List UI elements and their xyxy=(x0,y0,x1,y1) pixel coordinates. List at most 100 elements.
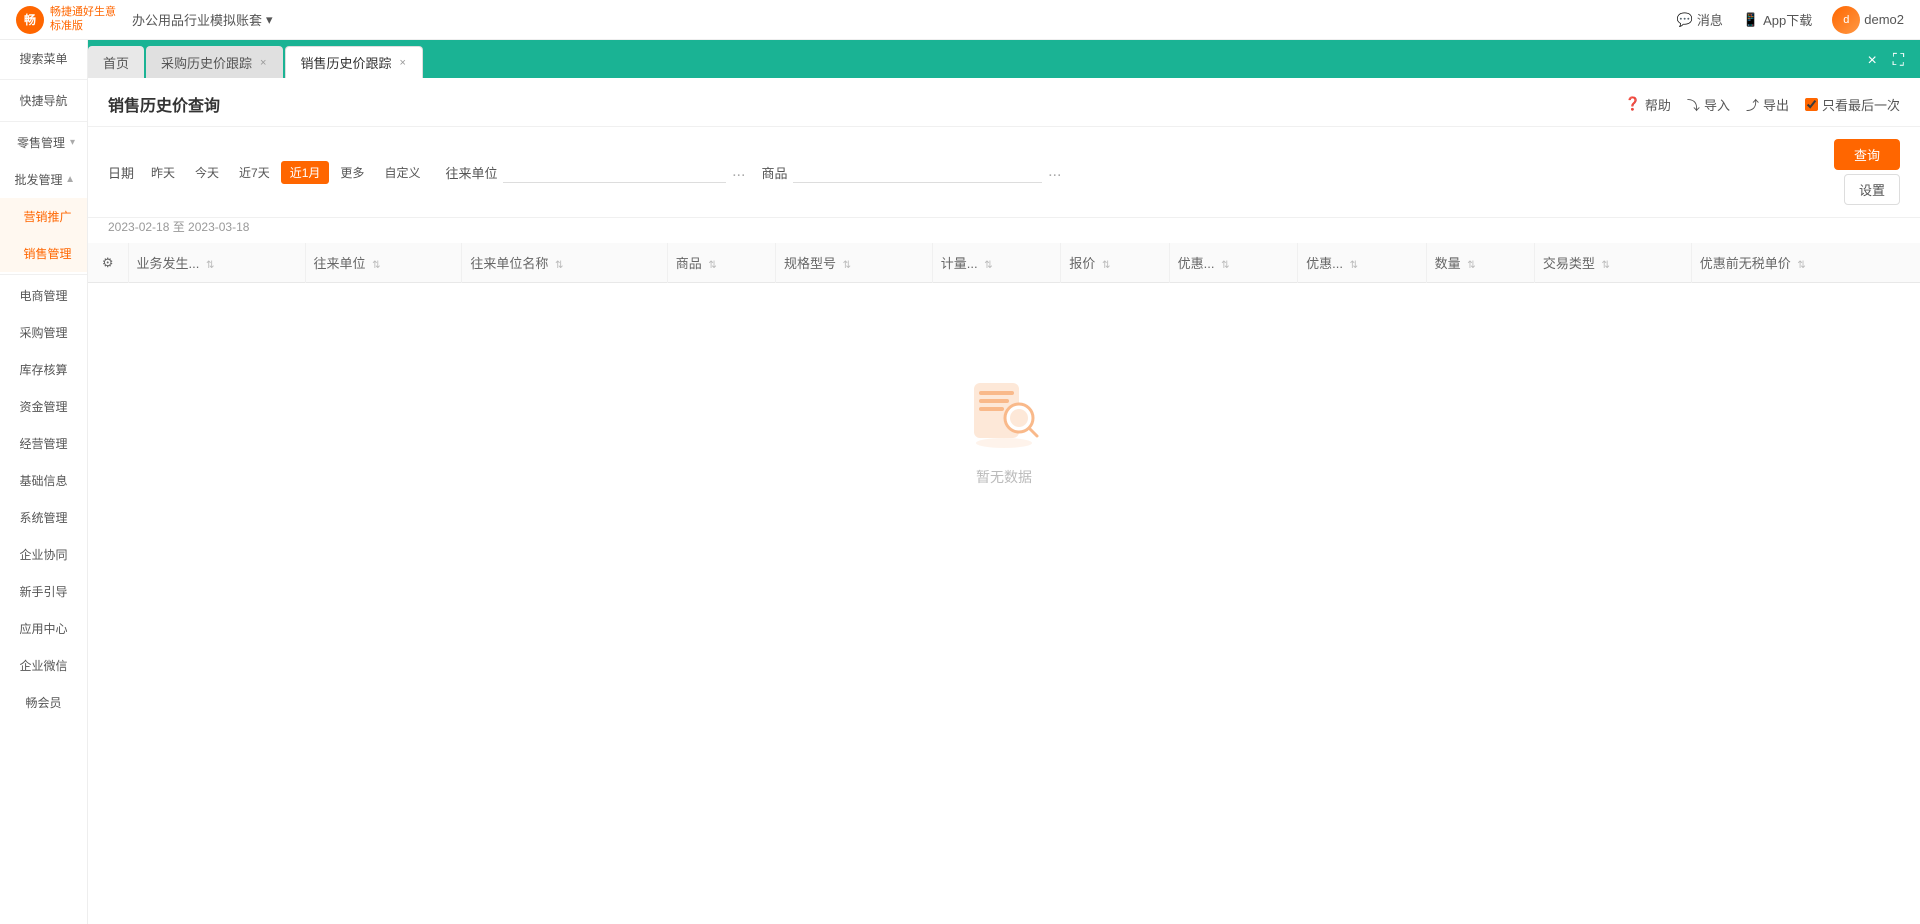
sort-icon: ⇅ xyxy=(1221,260,1229,271)
sidebar-item-sales-mgmt-label: 销售管理 xyxy=(20,245,75,262)
sidebar-item-guide-label: 新手引导 xyxy=(12,583,75,600)
logo-area: 畅 畅捷通好生意 标准版 xyxy=(16,6,116,34)
sort-icon: ⇅ xyxy=(1602,260,1610,271)
logo-icon: 畅 xyxy=(16,6,44,34)
sidebar-item-operations[interactable]: 经营管理 xyxy=(0,425,87,462)
partner-dots[interactable]: ... xyxy=(732,163,745,181)
goods-input[interactable] xyxy=(793,161,1042,183)
sidebar-item-enterprise-label: 企业协同 xyxy=(12,546,75,563)
filter-bar: 日期 昨天 今天 近7天 近1月 更多 自定义 往来单位 ... xyxy=(88,127,1920,218)
tab-purchase-history[interactable]: 采购历史价跟踪 × xyxy=(146,46,283,78)
tab-home-label: 首页 xyxy=(103,53,129,72)
tab-maximize-icon[interactable]: ⛶ xyxy=(1889,50,1908,72)
th-spec[interactable]: 规格型号 ⇅ xyxy=(775,243,932,283)
tab-sales-history[interactable]: 销售历史价跟踪 × xyxy=(285,46,422,78)
sidebar-item-guide[interactable]: 新手引导 xyxy=(0,573,87,610)
app-selector[interactable]: 办公用品行业模拟账套 ▾ xyxy=(126,8,279,31)
date-btn-custom[interactable]: 自定义 xyxy=(375,161,429,184)
chevron-down-icon: ▾ xyxy=(266,12,273,28)
page-header-actions: ❓ 帮助 ⤵ 导入 ⤴ 导出 只看最后一次 xyxy=(1625,95,1900,114)
goods-filter-label: 商品 xyxy=(761,163,787,182)
content-area: 销售历史价查询 ❓ 帮助 ⤵ 导入 ⤴ 导出 xyxy=(88,78,1920,924)
date-btn-1month[interactable]: 近1月 xyxy=(281,161,330,184)
sidebar-item-retail-label: 零售管理 xyxy=(12,134,70,151)
sidebar-item-wholesale[interactable]: 批发管理 ▲ xyxy=(0,161,87,198)
only-last-checkbox[interactable] xyxy=(1805,98,1818,111)
th-unit[interactable]: 计量... ⇅ xyxy=(932,243,1061,283)
top-bar-left: 畅 畅捷通好生意 标准版 办公用品行业模拟账套 ▾ xyxy=(16,6,279,34)
help-icon: ❓ xyxy=(1625,96,1641,112)
app-icon: 📱 xyxy=(1743,12,1759,28)
top-bar-right: 💬 消息 📱 App下载 d demo2 xyxy=(1677,6,1904,34)
export-action[interactable]: ⤴ 导出 xyxy=(1746,95,1789,114)
date-btn-today[interactable]: 今天 xyxy=(186,161,228,184)
sidebar-item-inventory[interactable]: 库存核算 xyxy=(0,351,87,388)
tab-close-all-icon[interactable]: × xyxy=(1863,50,1880,72)
sidebar-item-operations-label: 经营管理 xyxy=(12,435,75,452)
sidebar-item-basic-info[interactable]: 基础信息 xyxy=(0,462,87,499)
goods-filter: 商品 ... xyxy=(761,161,1061,183)
date-btn-more[interactable]: 更多 xyxy=(331,161,373,184)
query-button[interactable]: 查询 xyxy=(1834,139,1900,170)
chevron-icon: ▲ xyxy=(65,174,75,185)
th-qty[interactable]: 数量 ⇅ xyxy=(1426,243,1534,283)
settings-icon[interactable]: ⚙ xyxy=(102,255,114,270)
sidebar-item-member[interactable]: 畅会员 xyxy=(0,684,87,721)
import-icon: ⤵ xyxy=(1687,95,1700,114)
date-btn-yesterday[interactable]: 昨天 xyxy=(142,161,184,184)
tab-home[interactable]: 首页 xyxy=(88,46,144,78)
th-trade-type[interactable]: 交易类型 ⇅ xyxy=(1534,243,1691,283)
page-header: 销售历史价查询 ❓ 帮助 ⤵ 导入 ⤴ 导出 xyxy=(88,78,1920,127)
th-goods[interactable]: 商品 ⇅ xyxy=(667,243,775,283)
sort-icon: ⇅ xyxy=(1467,260,1475,271)
partner-input[interactable] xyxy=(503,161,726,183)
sidebar-item-inventory-label: 库存核算 xyxy=(12,361,75,378)
sidebar-item-enterprise[interactable]: 企业协同 xyxy=(0,536,87,573)
sidebar-item-sales-mgmt[interactable]: 销售管理 xyxy=(0,235,87,272)
export-icon: ⤴ xyxy=(1746,95,1759,114)
message-icon: 💬 xyxy=(1677,12,1693,28)
sidebar-item-wechat[interactable]: 企业微信 xyxy=(0,647,87,684)
settings-button[interactable]: 设置 xyxy=(1844,174,1900,205)
app-download-action[interactable]: 📱 App下载 xyxy=(1743,10,1812,29)
sidebar-item-basic-info-label: 基础信息 xyxy=(12,472,75,489)
sidebar-item-app-center-label: 应用中心 xyxy=(12,620,75,637)
filter-action-buttons: 查询 设置 xyxy=(1834,139,1900,205)
message-action[interactable]: 💬 消息 xyxy=(1677,10,1723,29)
th-discount1[interactable]: 优惠... ⇅ xyxy=(1169,243,1298,283)
table-wrap: ⚙ 业务发生... ⇅ 往来单位 ⇅ 往来单位名称 xyxy=(88,243,1920,924)
sidebar-item-ecommerce-label: 电商管理 xyxy=(12,287,75,304)
sidebar-item-member-label: 畅会员 xyxy=(12,694,75,711)
user-area[interactable]: d demo2 xyxy=(1832,6,1904,34)
sidebar-item-retail[interactable]: 零售管理 ▾ xyxy=(0,124,87,161)
th-discount2[interactable]: 优惠... ⇅ xyxy=(1298,243,1427,283)
sidebar-item-ecommerce[interactable]: 电商管理 xyxy=(0,277,87,314)
th-pre-tax-price[interactable]: 优惠前无税单价 ⇅ xyxy=(1691,243,1920,283)
th-partner-code[interactable]: 往来单位 ⇅ xyxy=(305,243,462,283)
close-tab-sales-icon[interactable]: × xyxy=(397,56,407,70)
help-action[interactable]: ❓ 帮助 xyxy=(1625,95,1671,114)
sidebar-item-marketing[interactable]: 营销推广 xyxy=(0,198,87,235)
sidebar-item-app-center[interactable]: 应用中心 xyxy=(0,610,87,647)
sidebar-item-finance[interactable]: 资金管理 xyxy=(0,388,87,425)
sidebar-item-quick-nav[interactable]: 快捷导航 xyxy=(0,82,87,119)
import-action[interactable]: ⤵ 导入 xyxy=(1687,95,1730,114)
th-partner-name[interactable]: 往来单位名称 ⇅ xyxy=(462,243,667,283)
only-last-wrap[interactable]: 只看最后一次 xyxy=(1805,95,1900,114)
sidebar: 搜索菜单 快捷导航 零售管理 ▾ 批发管理 ▲ 营销推广 销售管理 电商管理 采… xyxy=(0,40,88,924)
sort-icon: ⇅ xyxy=(984,260,992,271)
sidebar-item-search-label: 搜索菜单 xyxy=(12,50,75,67)
sidebar-item-system[interactable]: 系统管理 xyxy=(0,499,87,536)
date-filter-buttons: 昨天 今天 近7天 近1月 更多 自定义 xyxy=(142,161,429,184)
main-layout: 搜索菜单 快捷导航 零售管理 ▾ 批发管理 ▲ 营销推广 销售管理 电商管理 采… xyxy=(0,40,1920,924)
sidebar-item-search[interactable]: 搜索菜单 xyxy=(0,40,87,77)
th-biz-date[interactable]: 业务发生... ⇅ xyxy=(128,243,305,283)
th-settings: ⚙ xyxy=(88,243,128,283)
sidebar-item-system-label: 系统管理 xyxy=(12,509,75,526)
goods-dots[interactable]: ... xyxy=(1048,163,1061,181)
th-price[interactable]: 报价 ⇅ xyxy=(1061,243,1169,283)
sidebar-item-purchase[interactable]: 采购管理 xyxy=(0,314,87,351)
close-tab-purchase-icon[interactable]: × xyxy=(258,56,268,70)
date-btn-7days[interactable]: 近7天 xyxy=(230,161,279,184)
sidebar-item-quick-nav-label: 快捷导航 xyxy=(12,92,75,109)
